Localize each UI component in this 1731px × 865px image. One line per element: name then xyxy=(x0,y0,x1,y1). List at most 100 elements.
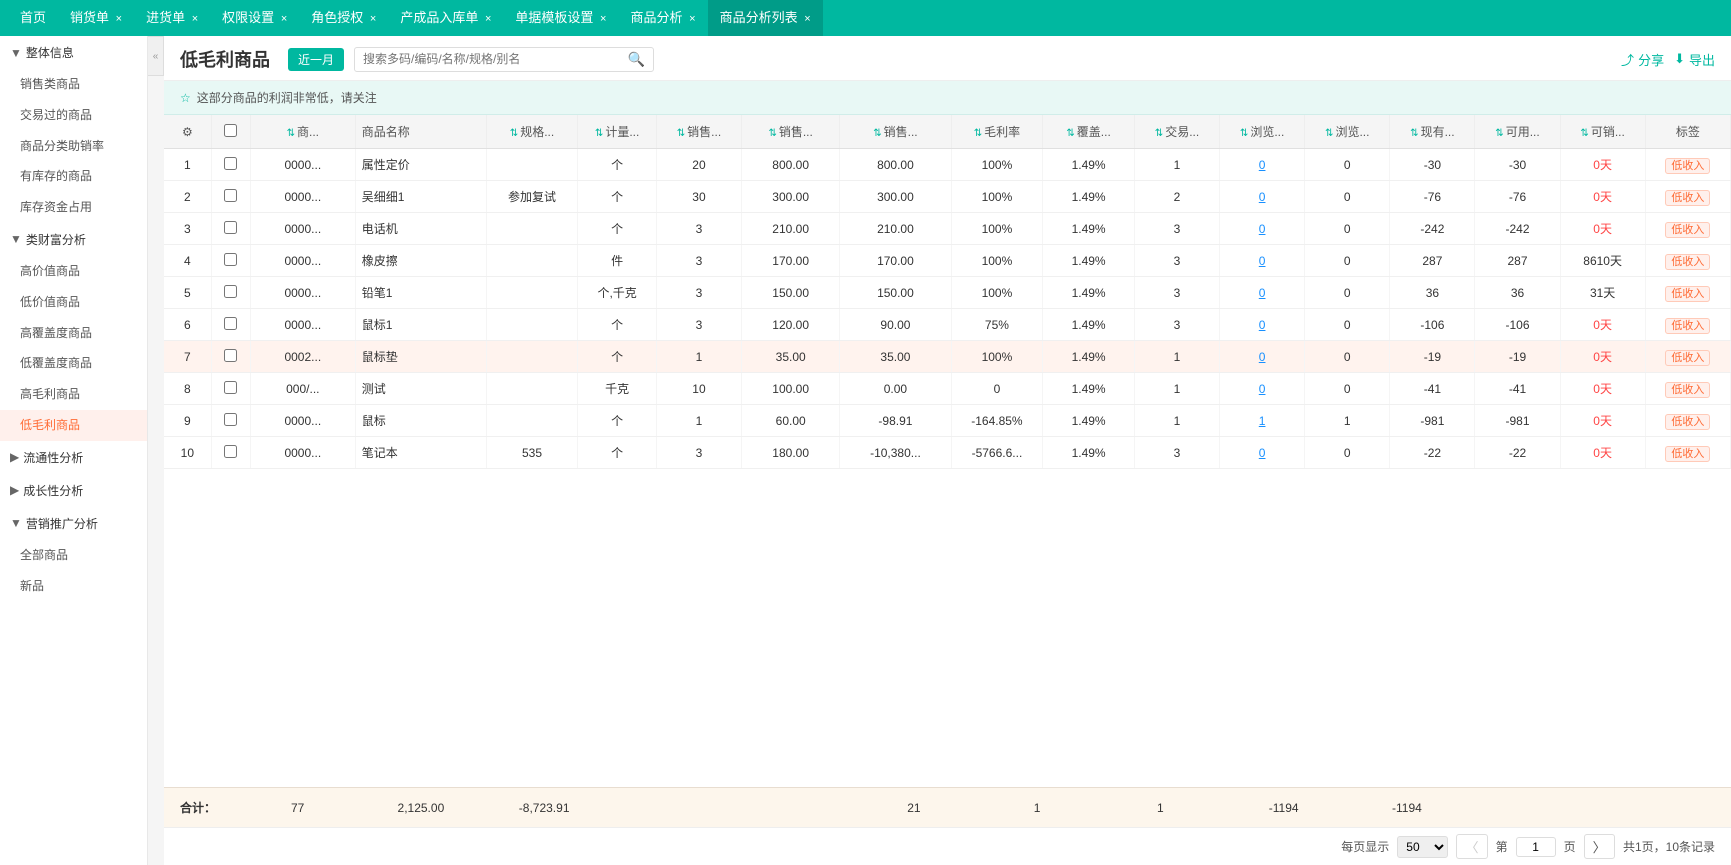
row-view1[interactable]: 0 xyxy=(1220,213,1305,245)
sidebar-item-low-coverage[interactable]: 低覆盖度商品 xyxy=(0,348,147,379)
th-tag[interactable]: 标签 xyxy=(1645,115,1730,149)
th-view1[interactable]: ⇅浏览... xyxy=(1220,115,1305,149)
th-sales-qty[interactable]: ⇅销售... xyxy=(656,115,741,149)
nav-close-analysis[interactable]: × xyxy=(689,13,695,25)
nav-roles[interactable]: 角色授权 × xyxy=(299,0,388,36)
th-sellable[interactable]: ⇅可销... xyxy=(1560,115,1645,149)
row-view1[interactable]: 1 xyxy=(1220,405,1305,437)
row-margin: -5766.6... xyxy=(951,437,1043,469)
row-view2: 0 xyxy=(1305,245,1390,277)
row-sales-qty: 30 xyxy=(656,181,741,213)
row-checkbox[interactable] xyxy=(211,341,250,373)
th-view2[interactable]: ⇅浏览... xyxy=(1305,115,1390,149)
row-checkbox[interactable] xyxy=(211,149,250,181)
row-view1[interactable]: 0 xyxy=(1220,309,1305,341)
nav-sales[interactable]: 销货单 × xyxy=(58,0,134,36)
row-cover: 1.49% xyxy=(1043,341,1135,373)
row-view1[interactable]: 0 xyxy=(1220,277,1305,309)
th-unit[interactable]: ⇅计量... xyxy=(578,115,657,149)
th-settings[interactable]: ⚙ xyxy=(164,115,211,149)
nav-close-products-in[interactable]: × xyxy=(485,13,491,25)
nav-close-sales[interactable]: × xyxy=(116,13,122,25)
nav-analysis[interactable]: 商品分析 × xyxy=(618,0,707,36)
th-sales-profit[interactable]: ⇅销售... xyxy=(840,115,951,149)
row-checkbox[interactable] xyxy=(211,277,250,309)
share-button[interactable]: ⤴ 分享 xyxy=(1621,50,1664,69)
time-filter-button[interactable]: 近一月 xyxy=(288,48,344,71)
sidebar-item-high-margin[interactable]: 高毛利商品 xyxy=(0,379,147,410)
row-checkbox[interactable] xyxy=(211,405,250,437)
sidebar-item-in-stock[interactable]: 有库存的商品 xyxy=(0,161,147,192)
nav-close-analysis-list[interactable]: × xyxy=(804,13,810,25)
sidebar-section-overview[interactable]: ▼ 整体信息 xyxy=(0,36,147,69)
th-sales-price[interactable]: ⇅销售... xyxy=(742,115,840,149)
sidebar-item-high-coverage[interactable]: 高覆盖度商品 xyxy=(0,318,147,349)
th-name[interactable]: 商品名称 xyxy=(355,115,486,149)
row-checkbox[interactable] xyxy=(211,245,250,277)
row-sales-profit: 0.00 xyxy=(840,373,951,405)
sidebar-item-traded-products[interactable]: 交易过的商品 xyxy=(0,100,147,131)
export-button[interactable]: ⬇ 导出 xyxy=(1674,50,1715,69)
row-sales-price: 800.00 xyxy=(742,149,840,181)
sidebar-section-wealth[interactable]: ▼ 类财富分析 xyxy=(0,223,147,256)
table-container[interactable]: ⚙ ⇅商... 商品名称 ⇅规格... ⇅计量... ⇅销售... ⇅销售...… xyxy=(164,115,1731,787)
sidebar-section-circulation[interactable]: ▶ 流通性分析 xyxy=(0,441,147,474)
row-checkbox[interactable] xyxy=(211,213,250,245)
row-avail: -76 xyxy=(1475,181,1560,213)
nav-close-permissions[interactable]: × xyxy=(281,13,287,25)
th-checkbox[interactable] xyxy=(211,115,250,149)
row-name: 铅笔1 xyxy=(355,277,486,309)
nav-close-purchase[interactable]: × xyxy=(192,13,198,25)
sidebar-item-category-rate[interactable]: 商品分类助销率 xyxy=(0,131,147,162)
row-sellable: 0天 xyxy=(1560,181,1645,213)
sidebar-item-low-margin[interactable]: 低毛利商品 xyxy=(0,410,147,441)
sidebar-collapse-button[interactable]: « xyxy=(148,36,164,76)
th-trans[interactable]: ⇅交易... xyxy=(1134,115,1219,149)
search-icon[interactable]: 🔍 xyxy=(628,51,645,68)
sidebar-item-new-products[interactable]: 新品 xyxy=(0,571,147,602)
th-stock[interactable]: ⇅现有... xyxy=(1390,115,1475,149)
row-sellable: 0天 xyxy=(1560,309,1645,341)
row-sales-profit: 210.00 xyxy=(840,213,951,245)
sidebar-item-all-products[interactable]: 全部商品 xyxy=(0,540,147,571)
row-checkbox[interactable] xyxy=(211,309,250,341)
prev-page-button[interactable]: 〈 xyxy=(1456,834,1487,859)
row-view1[interactable]: 0 xyxy=(1220,181,1305,213)
row-view1[interactable]: 0 xyxy=(1220,437,1305,469)
row-view1[interactable]: 0 xyxy=(1220,341,1305,373)
page-size-select[interactable]: 50 100 200 xyxy=(1397,836,1448,858)
sidebar-item-sales-products[interactable]: 销售类商品 xyxy=(0,69,147,100)
row-checkbox[interactable] xyxy=(211,437,250,469)
row-spec xyxy=(486,373,578,405)
row-no: 9 xyxy=(164,405,211,437)
nav-products-in[interactable]: 产成品入库单 × xyxy=(388,0,503,36)
nav-close-roles[interactable]: × xyxy=(370,13,376,25)
nav-close-template[interactable]: × xyxy=(600,13,606,25)
select-all-checkbox[interactable] xyxy=(224,124,237,137)
sidebar-section-marketing[interactable]: ▼ 营销推广分析 xyxy=(0,507,147,540)
sidebar-item-stock-capital[interactable]: 库存资金占用 xyxy=(0,192,147,223)
nav-analysis-list[interactable]: 商品分析列表 × xyxy=(708,0,823,36)
next-page-button[interactable]: 〉 xyxy=(1584,834,1615,859)
row-checkbox[interactable] xyxy=(211,373,250,405)
th-spec[interactable]: ⇅规格... xyxy=(486,115,578,149)
th-avail[interactable]: ⇅可用... xyxy=(1475,115,1560,149)
row-view1[interactable]: 0 xyxy=(1220,373,1305,405)
nav-home[interactable]: 首页 xyxy=(8,0,58,36)
nav-purchase[interactable]: 进货单 × xyxy=(134,0,210,36)
row-sales-qty: 1 xyxy=(656,405,741,437)
th-cover[interactable]: ⇅覆盖... xyxy=(1043,115,1135,149)
search-input[interactable] xyxy=(363,52,628,66)
nav-permissions[interactable]: 权限设置 × xyxy=(210,0,299,36)
row-checkbox[interactable] xyxy=(211,181,250,213)
sidebar-item-high-value[interactable]: 高价值商品 xyxy=(0,256,147,287)
row-view2: 0 xyxy=(1305,181,1390,213)
sidebar-item-low-value[interactable]: 低价值商品 xyxy=(0,287,147,318)
page-number-input[interactable] xyxy=(1516,837,1556,857)
row-view1[interactable]: 0 xyxy=(1220,149,1305,181)
th-sku[interactable]: ⇅商... xyxy=(250,115,355,149)
sidebar-section-growth[interactable]: ▶ 成长性分析 xyxy=(0,474,147,507)
row-view1[interactable]: 0 xyxy=(1220,245,1305,277)
nav-template[interactable]: 单据模板设置 × xyxy=(503,0,618,36)
th-margin[interactable]: ⇅毛利率 xyxy=(951,115,1043,149)
